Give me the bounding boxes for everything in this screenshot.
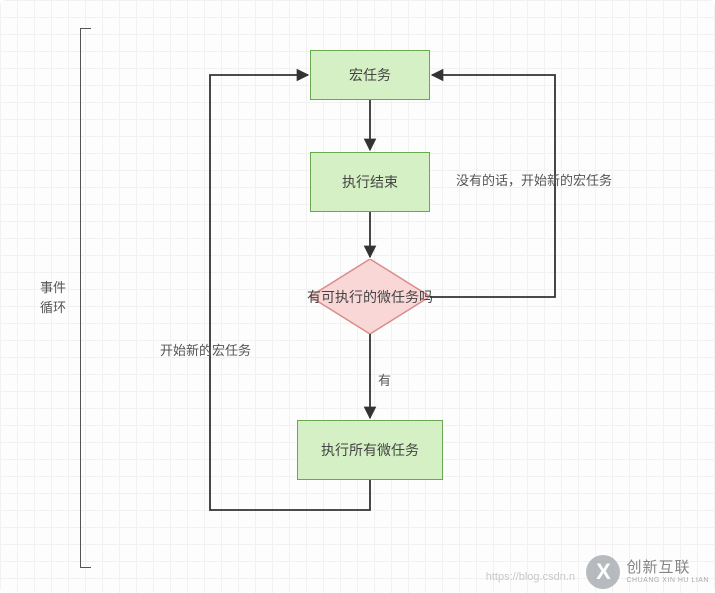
watermark-url: https://blog.csdn.n	[486, 571, 575, 583]
diagram-canvas: 事件 循环 宏任务 执行结束 有可执行的微任务吗 执行所有微任务	[0, 0, 715, 593]
edge-yes-label: 有	[378, 370, 391, 389]
edge-no-label: 没有的话，开始新的宏任务	[456, 170, 612, 189]
edges	[0, 0, 715, 593]
watermark-logo-icon: X	[586, 555, 620, 589]
watermark-en: CHUANG XIN HU LIAN	[626, 577, 709, 585]
edge-loop-label: 开始新的宏任务	[160, 340, 251, 359]
watermark: X 创新互联 CHUANG XIN HU LIAN	[586, 555, 709, 589]
watermark-cn: 创新互联	[626, 559, 709, 577]
